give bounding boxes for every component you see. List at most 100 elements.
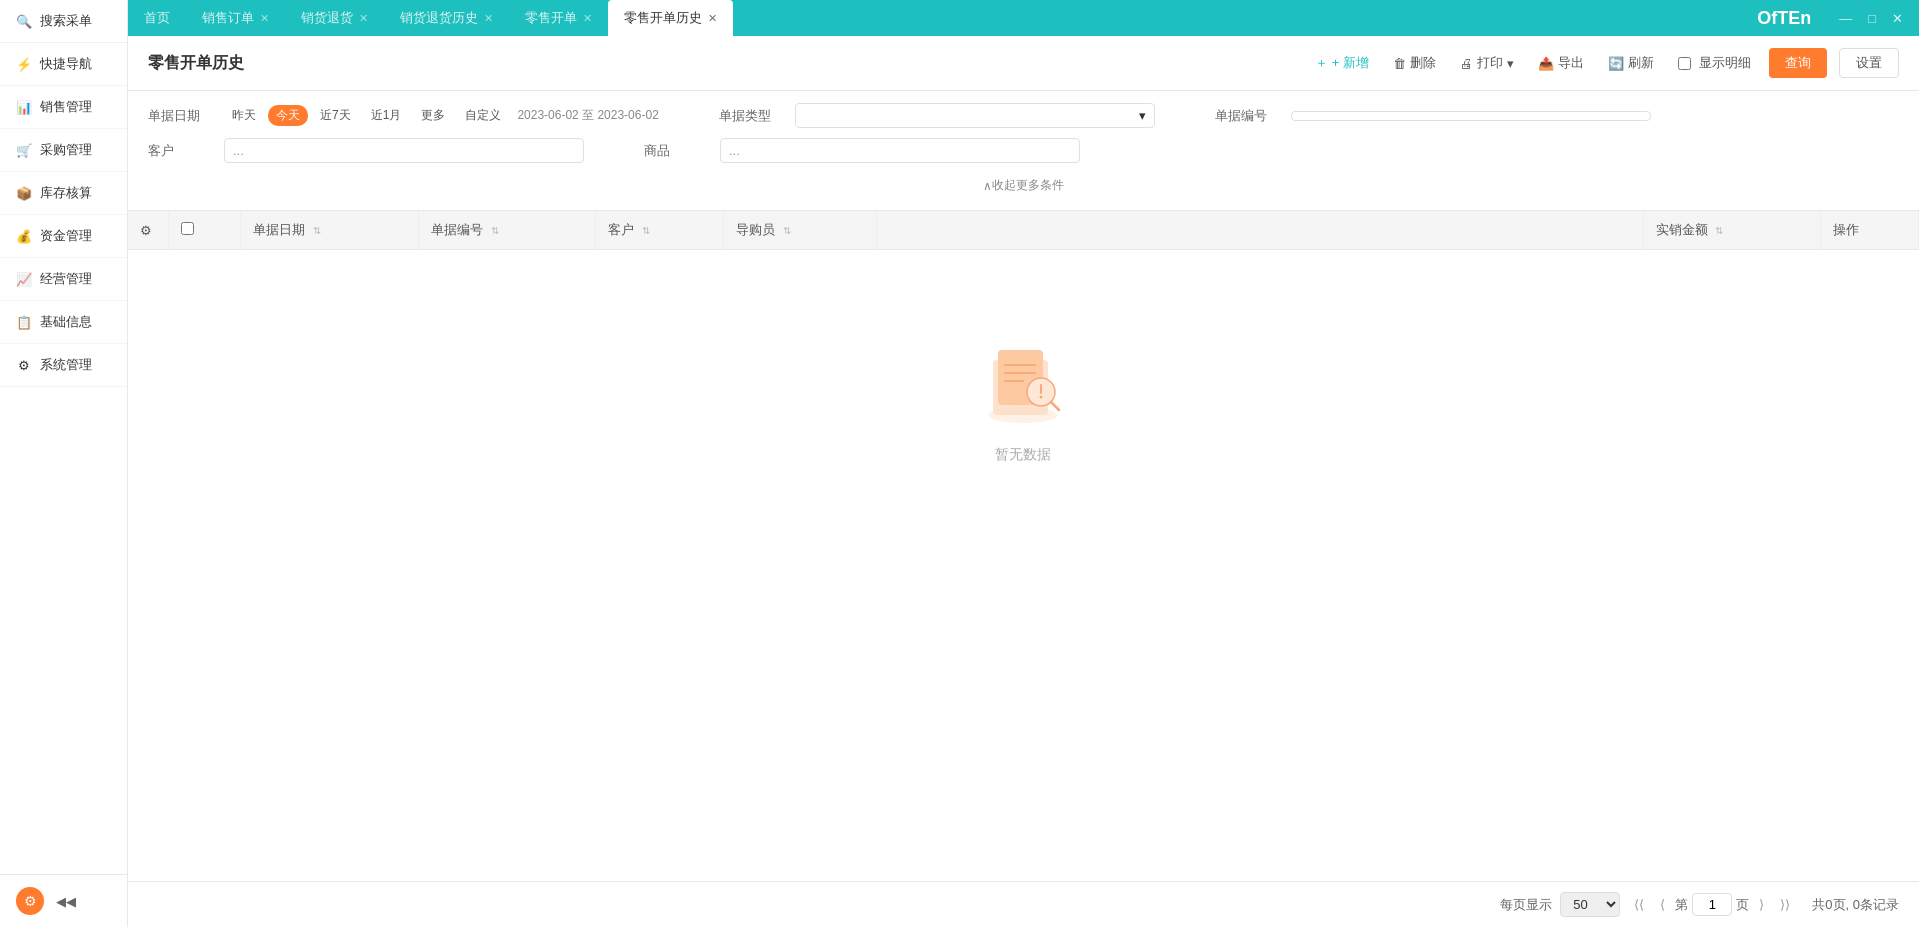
th-customer-label: 客户	[608, 222, 634, 237]
sidebar-item-basic-info[interactable]: 📋 基础信息	[0, 301, 127, 344]
display-detail-checkbox[interactable]	[1678, 57, 1691, 70]
sidebar-item-purchase-mgmt[interactable]: 🛒 采购管理	[0, 129, 127, 172]
sidebar-item-sys-mgmt[interactable]: ⚙ 系统管理	[0, 344, 127, 387]
sidebar-bottom: ⚙ ◀◀	[0, 874, 127, 927]
date-opt-custom[interactable]: 自定义	[457, 105, 509, 126]
th-spacer	[876, 211, 1643, 250]
sort-amount-icon: ⇅	[1715, 225, 1723, 236]
page-title: 零售开单历史	[148, 53, 244, 74]
tab-retail-open-close[interactable]: ✕	[583, 12, 592, 25]
select-all-checkbox[interactable]	[181, 222, 194, 235]
pagination-bar: 每页显示 20 50 100 ⟨⟨ ⟨ 第 页 ⟩ ⟩⟩ 共0页, 0条记录	[128, 881, 1919, 927]
last-page-button[interactable]: ⟩⟩	[1774, 895, 1796, 914]
th-doc-no[interactable]: 单据编号 ⇅	[418, 211, 596, 250]
sidebar-item-label: 系统管理	[40, 356, 92, 374]
doc-no-input[interactable]	[1291, 111, 1651, 121]
product-placeholder: ...	[729, 143, 740, 158]
tab-sales-return-history-close[interactable]: ✕	[484, 12, 493, 25]
date-options: 昨天 今天 近7天 近1月 更多 自定义 2023-06-02 至 2023-0…	[224, 105, 659, 126]
date-opt-today[interactable]: 今天	[268, 105, 308, 126]
th-settings[interactable]: ⚙	[128, 211, 168, 250]
next-page-button[interactable]: ⟩	[1753, 895, 1770, 914]
th-customer[interactable]: 客户 ⇅	[596, 211, 724, 250]
gear-button[interactable]: ⚙	[16, 887, 44, 915]
sidebar-item-sales-mgmt[interactable]: 📊 销售管理	[0, 86, 127, 129]
tab-sales-order[interactable]: 销售订单 ✕	[186, 0, 285, 36]
table-header-row: ⚙ 单据日期 ⇅ 单据编号 ⇅ 客户 ⇅ 导购员	[128, 211, 1919, 250]
doc-no-label: 单据编号	[1215, 107, 1271, 125]
product-input[interactable]: ...	[720, 138, 1080, 163]
prev-page-button[interactable]: ⟨	[1654, 895, 1671, 914]
doc-type-select[interactable]: ▾	[795, 103, 1155, 128]
tab-sales-order-close[interactable]: ✕	[260, 12, 269, 25]
add-button[interactable]: ＋ + 新增	[1309, 50, 1375, 76]
collapse-more-btn[interactable]: ∧ 收起更多条件	[148, 173, 1899, 198]
tab-retail-history-close[interactable]: ✕	[708, 12, 717, 25]
sidebar-item-label: 销售管理	[40, 98, 92, 116]
print-icon: 🖨	[1460, 56, 1473, 71]
sidebar-item-label: 快捷导航	[40, 55, 92, 73]
add-label: + 新增	[1332, 54, 1369, 72]
page-nav: ⟨⟨ ⟨ 第 页 ⟩ ⟩⟩	[1628, 893, 1796, 916]
th-checkbox[interactable]	[168, 211, 241, 250]
refresh-button[interactable]: 🔄 刷新	[1602, 50, 1660, 76]
date-opt-1month[interactable]: 近1月	[363, 105, 410, 126]
date-opt-more[interactable]: 更多	[413, 105, 453, 126]
print-dropdown-icon: ▾	[1507, 56, 1514, 71]
refresh-icon: 🔄	[1608, 56, 1624, 71]
sidebar-item-label: 库存核算	[40, 184, 92, 202]
sort-doc-no-icon: ⇅	[491, 225, 499, 236]
page-label: 第	[1675, 896, 1688, 914]
print-button[interactable]: 🖨 打印 ▾	[1454, 50, 1520, 76]
table-body: 暂无数据	[128, 250, 1919, 545]
collapse-sidebar-button[interactable]: ◀◀	[56, 894, 76, 909]
per-page-label: 每页显示	[1500, 896, 1552, 914]
sidebar-item-label: 基础信息	[40, 313, 92, 331]
date-opt-yesterday[interactable]: 昨天	[224, 105, 264, 126]
empty-state-cell: 暂无数据	[128, 250, 1919, 545]
delete-button[interactable]: 🗑 删除	[1387, 50, 1442, 76]
sort-customer-icon: ⇅	[642, 225, 650, 236]
sort-doc-date-icon: ⇅	[313, 225, 321, 236]
th-doc-date[interactable]: 单据日期 ⇅	[241, 211, 419, 250]
export-button[interactable]: 📤 导出	[1532, 50, 1590, 76]
sidebar-item-operations[interactable]: 📈 经营管理	[0, 258, 127, 301]
tab-sales-return[interactable]: 销货退货 ✕	[285, 0, 384, 36]
per-page-select[interactable]: 20 50 100	[1560, 892, 1620, 917]
search-icon: 🔍	[16, 14, 32, 29]
display-detail-button[interactable]: 显示明细	[1672, 50, 1757, 76]
sidebar-item-finance[interactable]: 💰 资金管理	[0, 215, 127, 258]
sidebar-item-quick-nav[interactable]: ⚡ 快捷导航	[0, 43, 127, 86]
empty-row: 暂无数据	[128, 250, 1919, 545]
sort-guide-icon: ⇅	[783, 225, 791, 236]
th-amount[interactable]: 实销金额 ⇅	[1643, 211, 1821, 250]
main-content: 首页 销售订单 ✕ 销货退货 ✕ 销货退货历史 ✕ 零售开单 ✕ 零售开单历史 …	[128, 0, 1919, 927]
tab-sales-return-history[interactable]: 销货退货历史 ✕	[384, 0, 509, 36]
page-input[interactable]	[1692, 893, 1732, 916]
close-button[interactable]: ✕	[1888, 9, 1907, 28]
first-page-button[interactable]: ⟨⟨	[1628, 895, 1650, 914]
settings-button[interactable]: 设置	[1839, 48, 1899, 78]
tab-retail-history[interactable]: 零售开单历史 ✕	[608, 0, 733, 36]
empty-text: 暂无数据	[995, 446, 1051, 464]
svg-point-8	[1040, 396, 1043, 399]
collapse-label: 收起更多条件	[992, 177, 1064, 194]
th-doc-no-label: 单据编号	[431, 222, 483, 237]
page-suffix: 页	[1736, 896, 1749, 914]
tab-retail-open[interactable]: 零售开单 ✕	[509, 0, 608, 36]
customer-input[interactable]: ...	[224, 138, 584, 163]
customer-label: 客户	[148, 142, 204, 160]
maximize-button[interactable]: □	[1864, 9, 1880, 28]
customer-placeholder: ...	[233, 143, 244, 158]
sidebar-item-inventory[interactable]: 📦 库存核算	[0, 172, 127, 215]
query-button[interactable]: 查询	[1769, 48, 1827, 78]
data-table: ⚙ 单据日期 ⇅ 单据编号 ⇅ 客户 ⇅ 导购员	[128, 211, 1919, 544]
tab-sales-return-close[interactable]: ✕	[359, 12, 368, 25]
sidebar-search[interactable]: 🔍 搜索采单	[0, 0, 127, 43]
sales-icon: 📊	[16, 100, 32, 115]
date-opt-7days[interactable]: 近7天	[312, 105, 359, 126]
page-total: 共0页, 0条记录	[1812, 896, 1899, 914]
tab-home[interactable]: 首页	[128, 0, 186, 36]
th-guide[interactable]: 导购员 ⇅	[724, 211, 877, 250]
minimize-button[interactable]: —	[1835, 9, 1856, 28]
